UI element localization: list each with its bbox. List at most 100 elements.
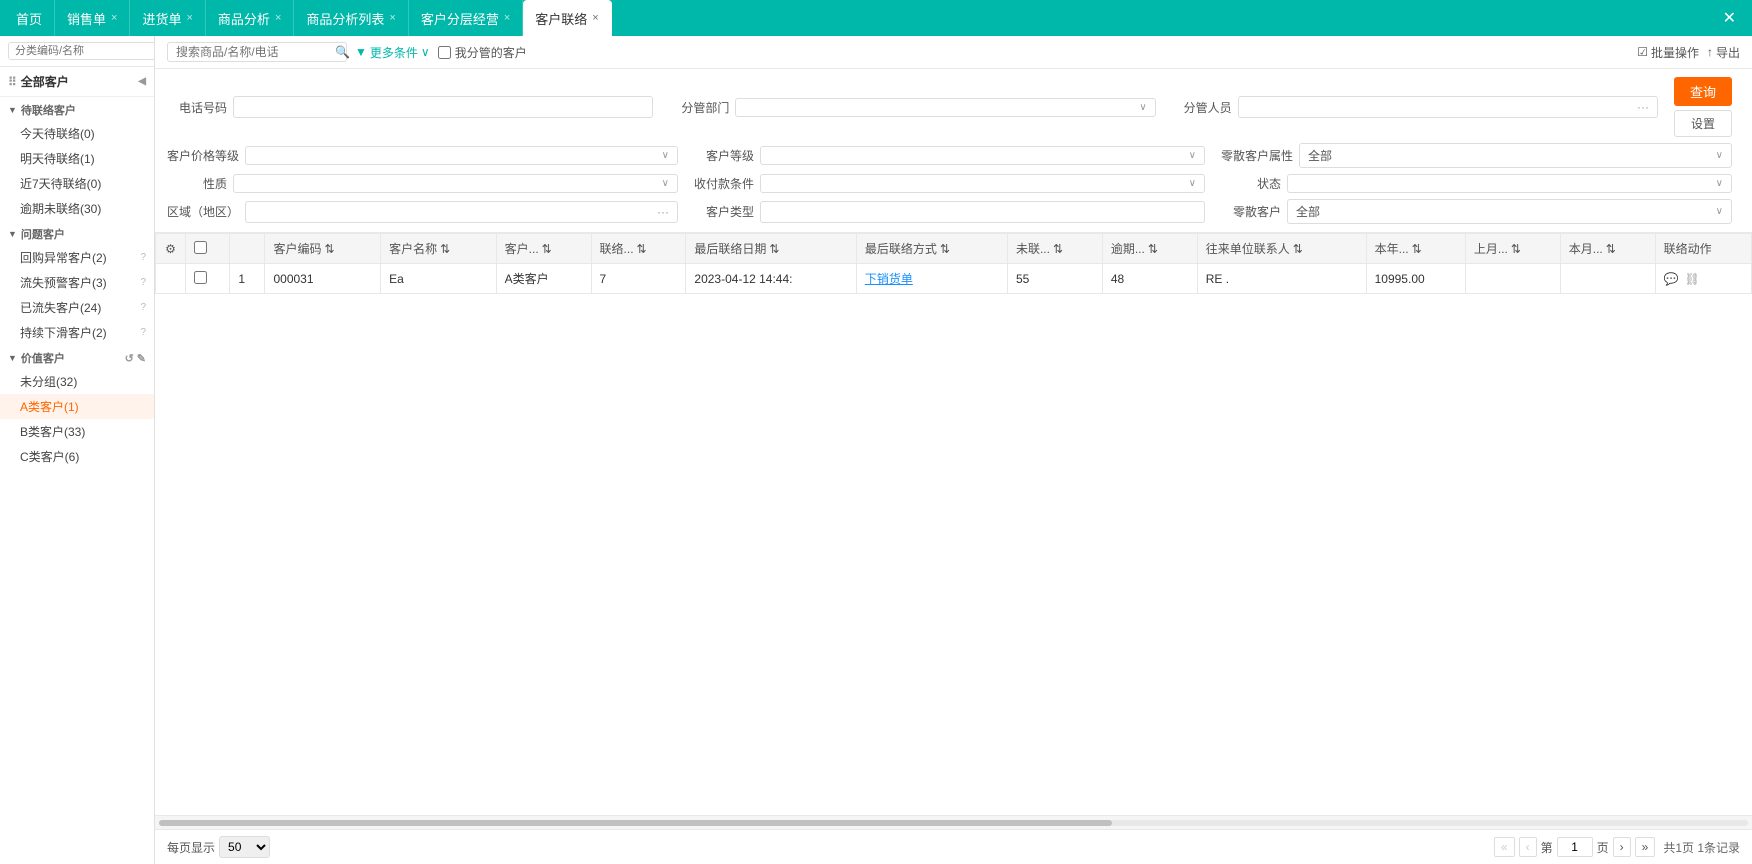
my-customer-filter[interactable]: 我分管的客户 — [438, 44, 527, 61]
sidebar-item-churned[interactable]: 已流失客户(24) ? — [0, 295, 154, 320]
filter-row-4: 区域（地区） ··· 客户类型 零散客户 全部 ∨ — [167, 199, 1740, 224]
col-last-date[interactable]: 最后联络日期⇅ — [686, 234, 856, 264]
col-this-year[interactable]: 本年...⇅ — [1366, 234, 1465, 264]
filter-region: 区域（地区） ··· — [167, 201, 686, 223]
sidebar-item-tomorrow[interactable]: 明天待联络(1) — [0, 146, 154, 171]
col-this-month[interactable]: 本月...⇅ — [1560, 234, 1655, 264]
link-icon[interactable]: ⛓ — [1685, 272, 1700, 286]
export-btn[interactable]: ↑ 导出 — [1707, 44, 1740, 61]
nav-sales[interactable]: 销售单 × — [55, 0, 130, 36]
row-code[interactable]: 000031 — [265, 264, 381, 294]
page-number-input[interactable] — [1557, 837, 1593, 857]
sidebar-item-class-b[interactable]: B类客户(33) — [0, 419, 154, 444]
nav-sales-close[interactable]: × — [111, 12, 117, 24]
nav-customer-segment[interactable]: 客户分层经营 × — [409, 0, 523, 36]
sidebar-item-overdue[interactable]: 逾期未联络(30) — [0, 196, 154, 221]
edit-icon[interactable]: ✎ — [137, 352, 146, 365]
row-name[interactable]: Ea — [381, 264, 497, 294]
contact-icon[interactable]: 💬 — [1664, 272, 1679, 286]
next-page-btn[interactable]: › — [1613, 837, 1631, 857]
section-problem: ▼ 问题客户 — [0, 221, 154, 245]
row-index: 1 — [230, 264, 265, 294]
payment-select[interactable]: ∨ — [760, 174, 1205, 193]
sidebar-search-input[interactable] — [8, 42, 155, 60]
nav-home[interactable]: 首页 — [8, 0, 55, 36]
select-all-checkbox[interactable] — [194, 241, 207, 254]
horizontal-scrollbar[interactable] — [155, 815, 1752, 829]
sort-icon-5: ⇅ — [769, 242, 779, 256]
nav-purchase[interactable]: 进货单 × — [130, 0, 205, 36]
region-select[interactable]: ··· — [245, 201, 678, 223]
col-checkbox[interactable] — [186, 234, 230, 264]
setting-button[interactable]: 设置 — [1674, 110, 1732, 137]
row-gear — [156, 264, 186, 294]
sidebar-all-customers[interactable]: ⠿ 全部客户 ◀ — [0, 67, 154, 97]
query-button[interactable]: 查询 — [1674, 77, 1732, 106]
sidebar-item-today[interactable]: 今天待联络(0) — [0, 121, 154, 146]
sidebar-search-area: 🔍 — [0, 36, 154, 67]
sidebar-item-churn-warning[interactable]: 流失预警客户(3) ? — [0, 270, 154, 295]
nav-product-list-close[interactable]: × — [389, 12, 395, 24]
row-checkbox[interactable] — [194, 271, 207, 284]
filter-price-grade: 客户价格等级 ∨ — [167, 146, 686, 165]
row-this-year: 10995.00 — [1366, 264, 1465, 294]
section-pending: ▼ 待联络客户 — [0, 97, 154, 121]
col-last-month[interactable]: 上月...⇅ — [1465, 234, 1560, 264]
col-name[interactable]: 客户名称⇅ — [381, 234, 497, 264]
col-level[interactable]: 客户...⇅ — [496, 234, 591, 264]
nav-product-analysis-list[interactable]: 商品分析列表 × — [294, 0, 408, 36]
window-close-button[interactable]: ✕ — [1715, 8, 1744, 28]
refresh-icon[interactable]: ↺ — [125, 352, 134, 365]
row-check[interactable] — [186, 264, 230, 294]
col-not-contact[interactable]: 未联...⇅ — [1007, 234, 1102, 264]
filter-search-input[interactable] — [176, 45, 331, 59]
nav-purchase-close[interactable]: × — [186, 12, 192, 24]
col-code[interactable]: 客户编码⇅ — [265, 234, 381, 264]
chevron-down-icon: ∨ — [421, 45, 430, 59]
batch-op-btn[interactable]: ☑ 批量操作 — [1637, 44, 1699, 61]
phone-input[interactable] — [233, 96, 653, 118]
scatter-customer-select[interactable]: 全部 ∨ — [1287, 199, 1732, 224]
scatter-attr-select[interactable]: 全部 ∨ — [1299, 143, 1732, 168]
sidebar-item-unclassified[interactable]: 未分组(32) — [0, 369, 154, 394]
dept-select[interactable]: ∨ — [735, 98, 1155, 117]
row-overdue: 48 — [1102, 264, 1197, 294]
col-contact[interactable]: 联络...⇅ — [591, 234, 686, 264]
page-size-dropdown[interactable]: 50 100 200 — [219, 836, 270, 858]
first-page-btn[interactable]: « — [1494, 837, 1515, 857]
last-page-btn[interactable]: » — [1635, 837, 1656, 857]
more-filter-btn[interactable]: ▼ 更多条件 ∨ — [355, 44, 430, 61]
sidebar-item-7days[interactable]: 近7天待联络(0) — [0, 171, 154, 196]
nav-product-analysis-close[interactable]: × — [275, 12, 281, 24]
customer-type-input[interactable] — [760, 201, 1205, 223]
filter-search-box: 🔍 — [167, 42, 347, 62]
nav-contact-close[interactable]: × — [592, 12, 598, 24]
nature-select[interactable]: ∨ — [233, 174, 678, 193]
status-select[interactable]: ∨ — [1287, 174, 1732, 193]
sidebar-item-class-a[interactable]: A类客户(1) — [0, 394, 154, 419]
nav-segment-close[interactable]: × — [504, 12, 510, 24]
total-info: 共1页 1条记录 — [1663, 839, 1740, 856]
page-navigation: « ‹ 第 页 › » — [1494, 837, 1655, 857]
nav-product-analysis[interactable]: 商品分析 × — [206, 0, 294, 36]
scroll-thumb[interactable] — [159, 820, 1112, 826]
my-customer-checkbox[interactable] — [438, 46, 451, 59]
filter-search-icon[interactable]: 🔍 — [335, 45, 350, 59]
main-layout: 🔍 ⠿ 全部客户 ◀ ▼ 待联络客户 今天待联络(0) 明天待联络(1) 近7天… — [0, 36, 1752, 864]
filter-row-1: 电话号码 分管部门 ∨ 分管人员 ··· — [167, 77, 1740, 137]
col-unit-contact[interactable]: 往来单位联系人⇅ — [1197, 234, 1366, 264]
sidebar-item-class-c[interactable]: C类客户(6) — [0, 444, 154, 469]
sidebar-item-declining[interactable]: 持续下滑客户(2) ? — [0, 320, 154, 345]
nav-customer-contact[interactable]: 客户联络 × — [523, 0, 611, 36]
price-grade-select[interactable]: ∨ — [245, 146, 678, 165]
dots-icon: ⠿ — [8, 75, 17, 89]
row-last-way[interactable]: 下销货单 — [856, 264, 1007, 294]
person-select[interactable]: ··· — [1238, 96, 1658, 118]
col-gear[interactable]: ⚙ — [156, 234, 186, 264]
col-last-way[interactable]: 最后联络方式⇅ — [856, 234, 1007, 264]
prev-page-btn[interactable]: ‹ — [1519, 837, 1537, 857]
col-overdue[interactable]: 逾期...⇅ — [1102, 234, 1197, 264]
customer-grade-select[interactable]: ∨ — [760, 146, 1205, 165]
sidebar-item-repurchase[interactable]: 回购异常客户(2) ? — [0, 245, 154, 270]
table-header-row: ⚙ 客户编码⇅ 客户名称⇅ 客户...⇅ 联络...⇅ — [156, 234, 1752, 264]
